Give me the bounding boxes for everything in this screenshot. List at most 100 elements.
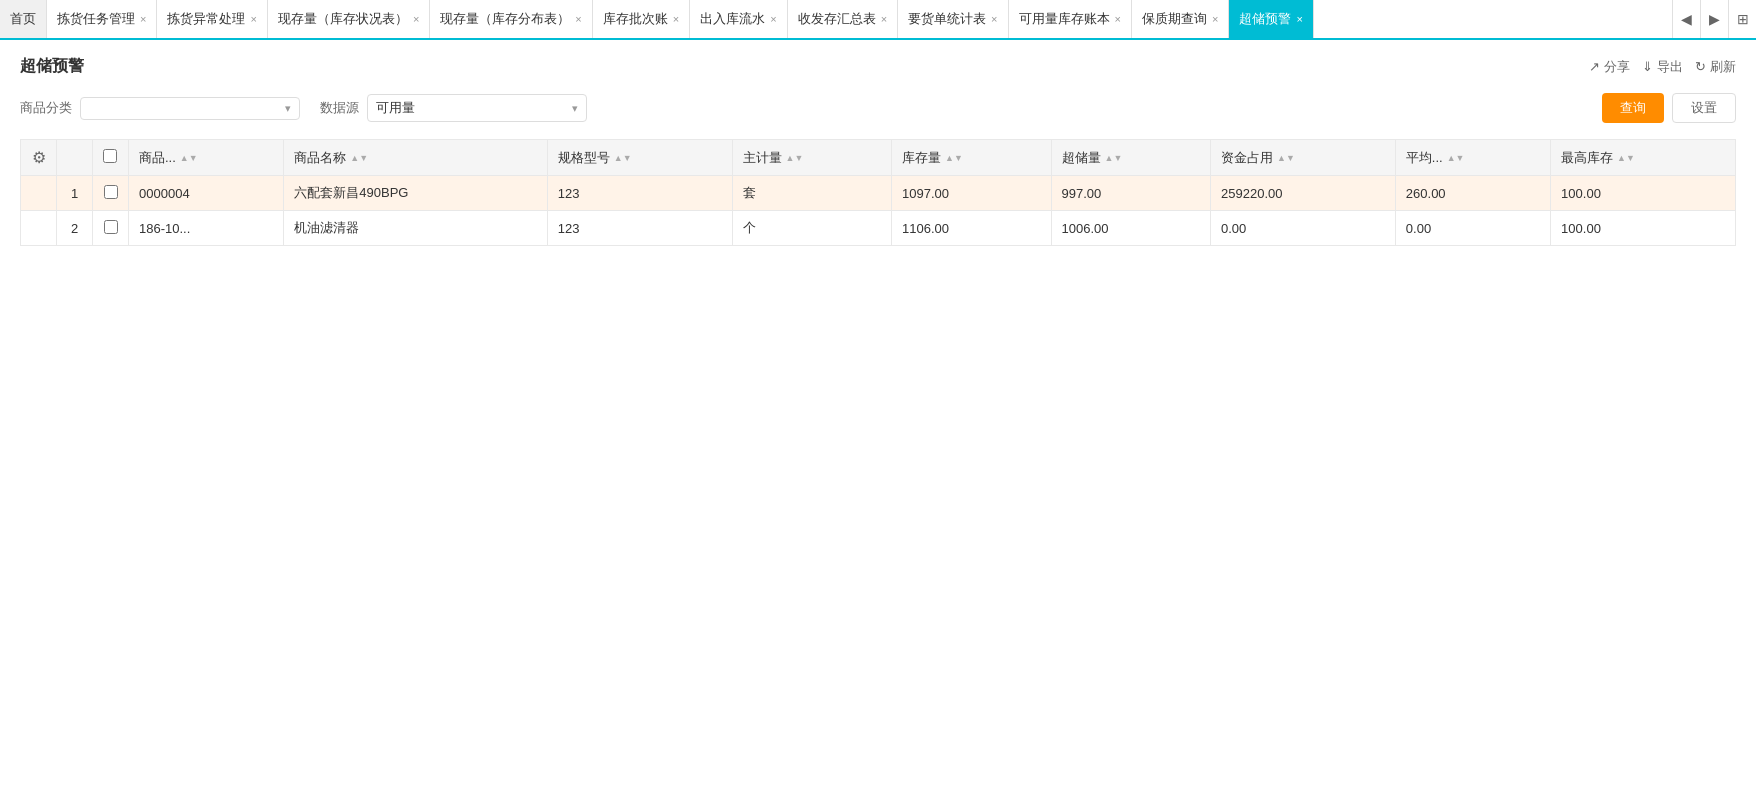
- datasource-select[interactable]: 可用量 ▾: [367, 94, 587, 122]
- nav-item-available[interactable]: 可用量库存账本 ×: [1009, 0, 1132, 38]
- nav-label-task: 拣货任务管理: [57, 10, 135, 28]
- nav-close-demand[interactable]: ×: [991, 13, 997, 25]
- sort-icon-spec: ▲▼: [614, 153, 632, 163]
- sort-icon-stock: ▲▼: [945, 153, 963, 163]
- col-header-spec[interactable]: 规格型号 ▲▼: [547, 140, 732, 176]
- sort-icon-over-stock: ▲▼: [1105, 153, 1123, 163]
- sort-icon-unit: ▲▼: [786, 153, 804, 163]
- nav-expand-btn[interactable]: ⊞: [1728, 0, 1756, 39]
- row-max-stock: 100.00: [1551, 211, 1736, 246]
- col-header-capital[interactable]: 资金占用 ▲▼: [1211, 140, 1396, 176]
- top-navigation: 首页 拣货任务管理 × 拣货异常处理 × 现存量（库存状况表） × 现存量（库存…: [0, 0, 1756, 40]
- select-all-checkbox[interactable]: [103, 149, 117, 163]
- nav-item-home[interactable]: 首页: [0, 0, 47, 38]
- col-header-unit[interactable]: 主计量 ▲▼: [732, 140, 891, 176]
- row-capital: 259220.00: [1211, 176, 1396, 211]
- nav-label-stock-status: 现存量（库存状况表）: [278, 10, 408, 28]
- share-label: 分享: [1604, 58, 1630, 76]
- nav-item-exception[interactable]: 拣货异常处理 ×: [157, 0, 267, 38]
- header-actions: ↗ 分享 ⇓ 导出 ↻ 刷新: [1589, 58, 1736, 76]
- row-spec: 123: [547, 211, 732, 246]
- refresh-label: 刷新: [1710, 58, 1736, 76]
- share-icon: ↗: [1589, 59, 1600, 74]
- nav-label-demand: 要货单统计表: [908, 10, 986, 28]
- nav-label-exception: 拣货异常处理: [167, 10, 245, 28]
- nav-label-home: 首页: [10, 10, 36, 28]
- export-button[interactable]: ⇓ 导出: [1642, 58, 1683, 76]
- nav-label-overstock: 超储预警: [1239, 10, 1291, 28]
- sort-icon-product-name: ▲▼: [350, 153, 368, 163]
- nav-close-available[interactable]: ×: [1115, 13, 1121, 25]
- nav-item-flow[interactable]: 出入库流水 ×: [690, 0, 787, 38]
- row-stock: 1097.00: [892, 176, 1051, 211]
- row-checkbox-cell[interactable]: [93, 176, 129, 211]
- page-header: 超储预警 ↗ 分享 ⇓ 导出 ↻ 刷新: [20, 56, 1736, 77]
- nav-item-stock-status[interactable]: 现存量（库存状况表） ×: [268, 0, 430, 38]
- col-header-product-code[interactable]: 商品... ▲▼: [129, 140, 284, 176]
- category-label: 商品分类: [20, 99, 72, 117]
- nav-close-task[interactable]: ×: [140, 13, 146, 25]
- col-header-index: [57, 140, 93, 176]
- nav-item-overstock[interactable]: 超储预警 ×: [1229, 0, 1313, 38]
- nav-item-task[interactable]: 拣货任务管理 ×: [47, 0, 157, 38]
- settings-button[interactable]: 设置: [1672, 93, 1736, 123]
- nav-close-stock-status[interactable]: ×: [413, 13, 419, 25]
- nav-label-available: 可用量库存账本: [1019, 10, 1110, 28]
- nav-close-stock-dist[interactable]: ×: [575, 13, 581, 25]
- col-header-checkbox[interactable]: [93, 140, 129, 176]
- row-spec: 123: [547, 176, 732, 211]
- nav-close-quality[interactable]: ×: [1212, 13, 1218, 25]
- sort-icon-product-code: ▲▼: [180, 153, 198, 163]
- nav-prev-btn[interactable]: ◀: [1672, 0, 1700, 39]
- nav-item-stock-dist[interactable]: 现存量（库存分布表） ×: [430, 0, 592, 38]
- col-header-stock[interactable]: 库存量 ▲▼: [892, 140, 1051, 176]
- sort-icon-avg: ▲▼: [1447, 153, 1465, 163]
- refresh-button[interactable]: ↻ 刷新: [1695, 58, 1736, 76]
- nav-close-batch[interactable]: ×: [673, 13, 679, 25]
- nav-close-exception[interactable]: ×: [250, 13, 256, 25]
- nav-item-batch[interactable]: 库存批次账 ×: [593, 0, 690, 38]
- datasource-select-value: 可用量: [376, 99, 415, 117]
- category-filter-group: 商品分类 ▾: [20, 97, 300, 120]
- row-unit: 个: [732, 211, 891, 246]
- table-body: 1 0000004 六配套新昌490BPG 123 套 1097.00 997.…: [21, 176, 1736, 246]
- col-header-settings[interactable]: ⚙: [21, 140, 57, 176]
- share-button[interactable]: ↗ 分享: [1589, 58, 1630, 76]
- query-button[interactable]: 查询: [1602, 93, 1664, 123]
- row-index: 2: [57, 211, 93, 246]
- data-table: ⚙ 商品... ▲▼ 商品名称 ▲▼: [20, 139, 1736, 246]
- nav-label-flow: 出入库流水: [700, 10, 765, 28]
- row-checkbox[interactable]: [104, 185, 118, 199]
- row-settings-cell: [21, 176, 57, 211]
- row-checkbox-cell[interactable]: [93, 211, 129, 246]
- col-header-product-name[interactable]: 商品名称 ▲▼: [284, 140, 547, 176]
- row-over-stock: 1006.00: [1051, 211, 1210, 246]
- row-unit: 套: [732, 176, 891, 211]
- row-checkbox[interactable]: [104, 220, 118, 234]
- nav-close-overstock[interactable]: ×: [1296, 13, 1302, 25]
- row-index: 1: [57, 176, 93, 211]
- row-stock: 1106.00: [892, 211, 1051, 246]
- datasource-label: 数据源: [320, 99, 359, 117]
- nav-close-flow[interactable]: ×: [770, 13, 776, 25]
- category-select[interactable]: ▾: [80, 97, 300, 120]
- col-header-over-stock[interactable]: 超储量 ▲▼: [1051, 140, 1210, 176]
- table-header-row: ⚙ 商品... ▲▼ 商品名称 ▲▼: [21, 140, 1736, 176]
- col-header-avg[interactable]: 平均... ▲▼: [1395, 140, 1550, 176]
- nav-item-demand[interactable]: 要货单统计表 ×: [898, 0, 1008, 38]
- nav-close-summary[interactable]: ×: [881, 13, 887, 25]
- nav-label-quality: 保质期查询: [1142, 10, 1207, 28]
- filter-actions: 查询 设置: [1602, 93, 1736, 123]
- datasource-filter-group: 数据源 可用量 ▾: [320, 94, 587, 122]
- gear-icon[interactable]: ⚙: [31, 148, 46, 167]
- col-header-max-stock[interactable]: 最高库存 ▲▼: [1551, 140, 1736, 176]
- table-row: 1 0000004 六配套新昌490BPG 123 套 1097.00 997.…: [21, 176, 1736, 211]
- nav-next-btn[interactable]: ▶: [1700, 0, 1728, 39]
- refresh-icon: ↻: [1695, 59, 1706, 74]
- nav-item-summary[interactable]: 收发存汇总表 ×: [788, 0, 898, 38]
- page-title: 超储预警: [20, 56, 84, 77]
- table-row: 2 186-10... 机油滤清器 123 个 1106.00 1006.00 …: [21, 211, 1736, 246]
- export-label: 导出: [1657, 58, 1683, 76]
- row-over-stock: 997.00: [1051, 176, 1210, 211]
- nav-item-quality[interactable]: 保质期查询 ×: [1132, 0, 1229, 38]
